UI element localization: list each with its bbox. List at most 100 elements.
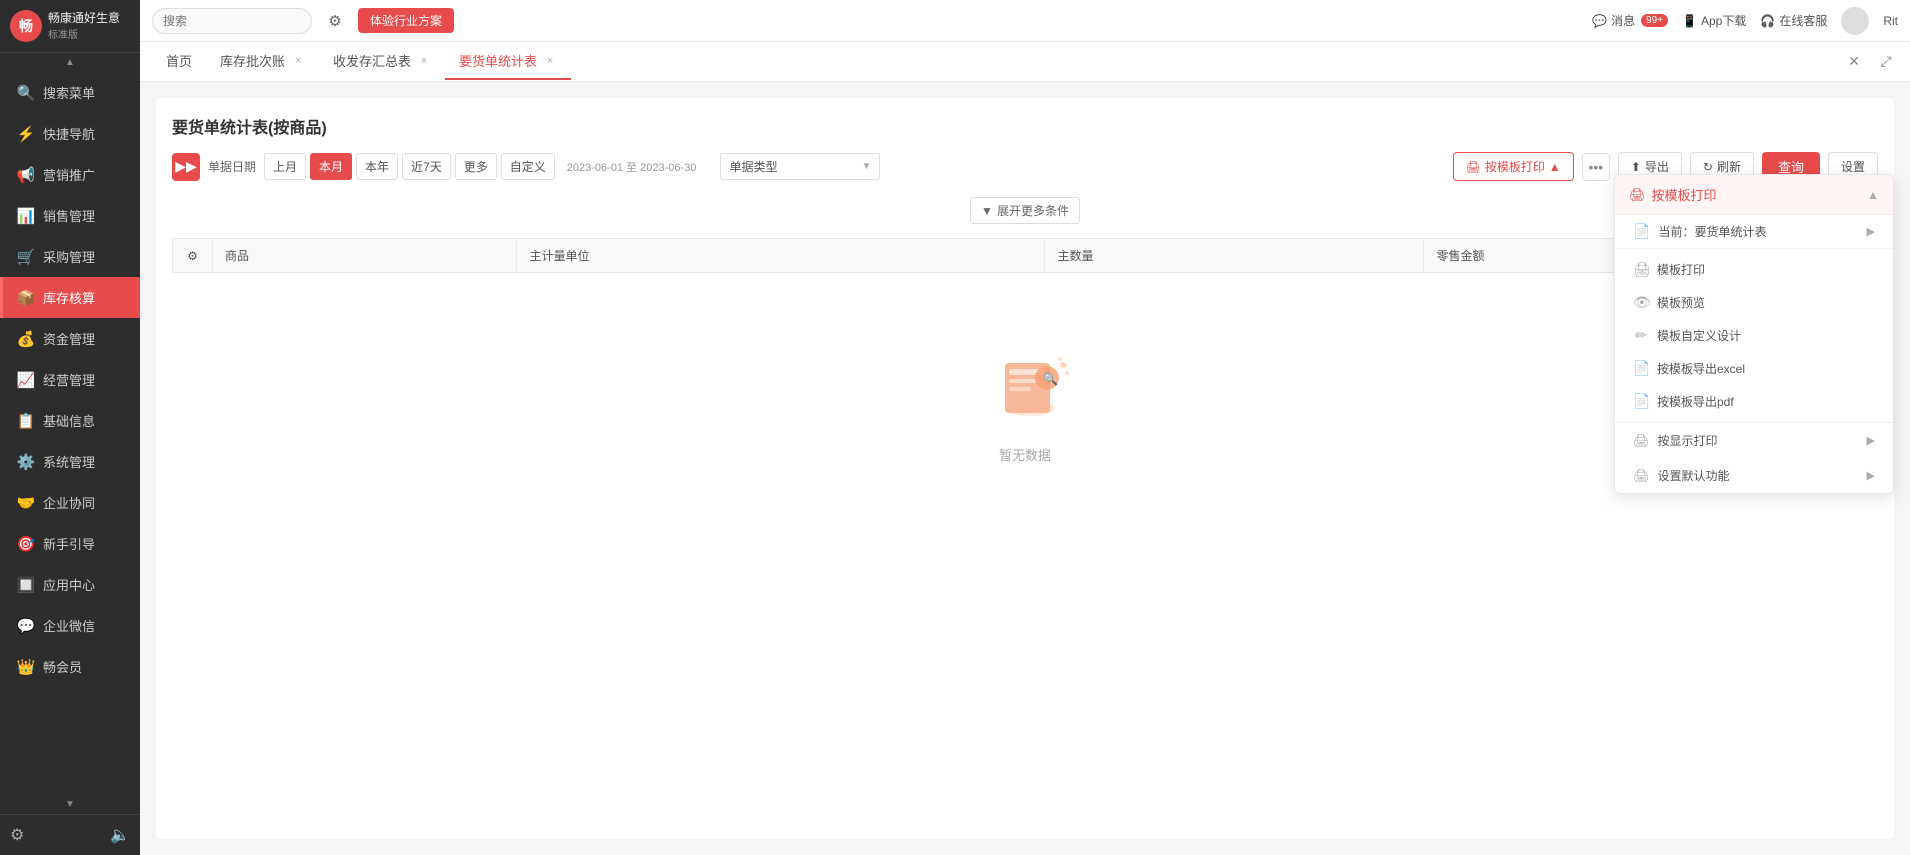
tab-close-order-stats[interactable]: × xyxy=(543,54,557,68)
dropdown-item-icon-template-custom: ✏ xyxy=(1633,327,1649,344)
tab-bar: 首页库存批次账×收发存汇总表×要货单统计表× ✕ ⤢ xyxy=(140,42,1910,82)
nav-label-wecom: 企业微信 xyxy=(43,616,95,635)
dropdown-header: 🖨 按模板打印 ▲ xyxy=(1615,175,1893,215)
group-label-display-print: 按显示打印 xyxy=(1658,432,1718,449)
dropdown-item-template-export-excel[interactable]: 📄按模板导出excel xyxy=(1615,352,1893,385)
print-template-button[interactable]: 🖨 按模板打印 ▲ xyxy=(1453,152,1574,181)
nav-label-system: 系统管理 xyxy=(43,452,95,471)
tab-close-inventory-batch[interactable]: × xyxy=(291,54,305,68)
sidebar-item-inventory[interactable]: 📦库存核算 xyxy=(0,277,140,318)
sidebar-item-enterprise[interactable]: 🤝企业协同 xyxy=(0,482,140,523)
nav-icon-quick-nav: ⚡ xyxy=(17,125,35,143)
dropdown-close-arrow[interactable]: ▲ xyxy=(1867,188,1879,202)
sidebar-item-marketing[interactable]: 📢营销推广 xyxy=(0,154,140,195)
date-btn-近7天[interactable]: 近7天 xyxy=(402,153,451,180)
dropdown-item-icon-template-preview: 👁 xyxy=(1633,294,1649,311)
dropdown-item-label-template-preview: 模板预览 xyxy=(1657,294,1705,311)
headset-icon: 🎧 xyxy=(1760,14,1775,28)
group-arrow-set-default: ▶ xyxy=(1867,469,1875,482)
messages-button[interactable]: 💬 消息 99+ xyxy=(1592,12,1668,29)
sidebar-scroll-top[interactable]: ▲ xyxy=(0,53,140,72)
dropdown-current-item[interactable]: 📄 当前：要货单统计表 ▶ xyxy=(1615,215,1893,249)
dropdown-item-label-template-custom: 模板自定义设计 xyxy=(1657,327,1741,344)
nav-label-inventory: 库存核算 xyxy=(43,288,95,307)
dropdown-groups: 🖨 按显示打印 ▶🖨设置默认功能▶ xyxy=(1615,422,1893,493)
dropdown-title: 🖨 按模板打印 xyxy=(1629,185,1717,204)
nav-icon-member: 👑 xyxy=(17,658,35,676)
sidebar-item-finance[interactable]: 💰 资金管理 xyxy=(0,318,140,359)
tab-close-all-button[interactable]: ✕ xyxy=(1842,50,1866,74)
sidebar-item-search[interactable]: 🔍搜索菜单 xyxy=(0,72,140,113)
expand-more-button[interactable]: ▼ 展开更多条件 xyxy=(970,197,1080,224)
sidebar-item-apps[interactable]: 🔲应用中心 xyxy=(0,564,140,605)
dropdown-item-label-template-print: 模板打印 xyxy=(1657,261,1705,278)
page-title: 要货单统计表(按商品) xyxy=(172,114,1878,138)
export-icon: ⬆ xyxy=(1631,160,1641,174)
date-btn-上月[interactable]: 上月 xyxy=(264,153,306,180)
sidebar-scroll-bottom[interactable]: ▼ xyxy=(0,795,140,814)
nav-label-finance: 资金管理 xyxy=(43,329,95,348)
group-icon-display-print: 🖨 xyxy=(1633,433,1650,449)
sidebar: 畅 畅康通好生意 标准版 ▲ 🔍搜索菜单⚡快捷导航📢营销推广📊销售管理🛒采购管理… xyxy=(0,0,140,855)
dropdown-item-template-export-pdf[interactable]: 📄按模板导出pdf xyxy=(1615,385,1893,418)
expand-filter-button[interactable]: ▶▶ xyxy=(172,153,200,181)
date-btn-本月[interactable]: 本月 xyxy=(310,153,352,180)
tab-maximize-button[interactable]: ⤢ xyxy=(1874,50,1898,74)
message-icon: 💬 xyxy=(1592,14,1607,28)
tab-order-stats[interactable]: 要货单统计表× xyxy=(445,43,571,80)
online-service-button[interactable]: 🎧 在线客服 xyxy=(1760,12,1827,29)
nav-label-operations: 经营管理 xyxy=(43,370,95,389)
global-search-input[interactable] xyxy=(152,8,312,34)
date-btn-更多[interactable]: 更多 xyxy=(455,153,497,180)
tab-inventory-batch[interactable]: 库存批次账× xyxy=(206,43,319,80)
nav-label-apps: 应用中心 xyxy=(43,575,95,594)
empty-illustration: 🔍 xyxy=(975,333,1075,433)
print-dropdown-popup: 🖨 按模板打印 ▲ 📄 当前：要货单统计表 ▶ 🖨模板打印👁模板预览✏模板自定义… xyxy=(1614,174,1894,494)
nav-label-guide: 新手引导 xyxy=(43,534,95,553)
dropdown-item-template-custom[interactable]: ✏ 模板自定义设计 xyxy=(1615,319,1893,352)
dropdown-group-display-print[interactable]: 🖨按显示打印▶ xyxy=(1615,423,1893,458)
sidebar-nav: 🔍搜索菜单 ⚡ 快捷导航 📢营销推广📊销售管理🛒采购管理📦库存核算 💰 资金管理 📈经营管理… xyxy=(0,72,140,795)
dropdown-item-template-print[interactable]: 🖨模板打印 xyxy=(1615,253,1893,286)
group-icon-set-default: 🖨 xyxy=(1633,468,1650,484)
tab-label-receipt-summary: 收发存汇总表 xyxy=(333,51,411,70)
sidebar-item-operations[interactable]: 📈经营管理 xyxy=(0,359,140,400)
nav-label-quick-nav: 快捷导航 xyxy=(43,124,95,143)
nav-label-enterprise: 企业协同 xyxy=(43,493,95,512)
dropdown-group-set-default[interactable]: 🖨设置默认功能▶ xyxy=(1615,458,1893,493)
sidebar-item-guide[interactable]: 🎯新手引导 xyxy=(0,523,140,564)
tab-home[interactable]: 首页 xyxy=(152,43,206,80)
sidebar-item-system[interactable]: ⚙️系统管理 xyxy=(0,441,140,482)
order-type-select[interactable]: 单据类型 ▼ xyxy=(720,153,880,180)
col-header-unit: 主计量单位 xyxy=(517,239,1045,273)
top-header: ⚙ 体验行业方案 💬 消息 99+ 📱 App下载 🎧 在线客服 Rit xyxy=(140,0,1910,42)
date-btn-本年[interactable]: 本年 xyxy=(356,153,398,180)
dropdown-item-template-preview[interactable]: 👁 模板预览 xyxy=(1615,286,1893,319)
sidebar-logo-text: 畅康通好生意 标准版 xyxy=(48,11,120,42)
app-download-button[interactable]: 📱 App下载 xyxy=(1682,12,1746,29)
sidebar-item-quick-nav[interactable]: ⚡ 快捷导航 xyxy=(0,113,140,154)
tab-receipt-summary[interactable]: 收发存汇总表 × xyxy=(319,43,445,80)
gear-button[interactable]: ⚙ xyxy=(322,8,348,34)
date-btn-自定义[interactable]: 自定义 xyxy=(501,153,555,180)
username-label: Rit xyxy=(1883,14,1898,28)
order-type-label: 单据类型 xyxy=(729,158,777,175)
printer-icon: 🖨 xyxy=(1466,160,1481,174)
svg-text:🔍: 🔍 xyxy=(1043,371,1058,386)
tab-close-receipt-summary[interactable]: × xyxy=(417,54,431,68)
user-avatar[interactable] xyxy=(1841,7,1869,35)
nav-icon-finance: 💰 xyxy=(17,330,35,348)
trial-button[interactable]: 体验行业方案 xyxy=(358,8,454,33)
sidebar-item-sales[interactable]: 📊销售管理 xyxy=(0,195,140,236)
sidebar-item-base[interactable]: 📋基础信息 xyxy=(0,400,140,441)
current-item-arrow: ▶ xyxy=(1867,225,1875,238)
settings-icon[interactable]: ⚙ xyxy=(10,825,24,845)
volume-icon[interactable]: 🔈 xyxy=(110,825,130,845)
more-actions-button[interactable]: ••• xyxy=(1582,153,1610,181)
messages-badge: 99+ xyxy=(1641,14,1668,27)
nav-label-search: 搜索菜单 xyxy=(43,83,95,102)
sidebar-item-member[interactable]: 👑畅会员 xyxy=(0,646,140,687)
sidebar-item-purchase[interactable]: 🛒采购管理 xyxy=(0,236,140,277)
sidebar-item-wecom[interactable]: 💬 企业微信 xyxy=(0,605,140,646)
nav-icon-wecom: 💬 xyxy=(17,617,35,635)
